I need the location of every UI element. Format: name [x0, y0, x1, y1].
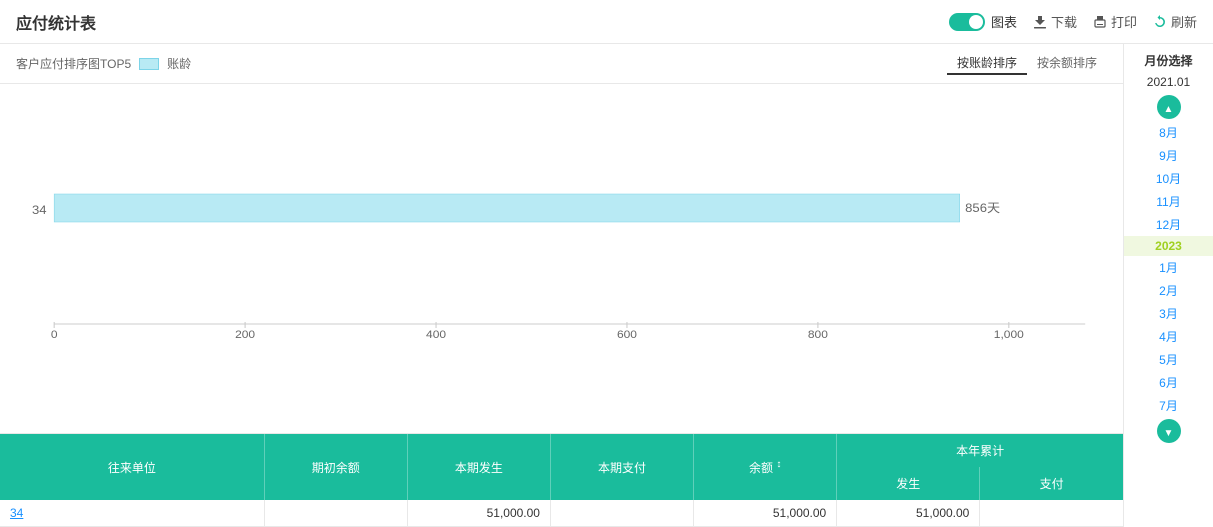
- download-button[interactable]: 下载: [1033, 12, 1077, 31]
- chart-sort-buttons: 按账龄排序 按余额排序: [947, 52, 1107, 75]
- refresh-button[interactable]: 刷新: [1153, 12, 1197, 31]
- month-list: 8月 9月 10月 11月 12月 2023 1月 2月 3月 4月 5月 6月…: [1124, 121, 1213, 417]
- svg-text:800: 800: [808, 329, 828, 340]
- svg-text:856天: 856天: [965, 201, 1000, 214]
- col-ytd-payment-header: 支付: [980, 467, 1123, 500]
- svg-text:200: 200: [235, 329, 255, 340]
- legend-box: [139, 58, 159, 70]
- chart-toggle-wrap[interactable]: 图表: [949, 12, 1017, 31]
- legend-box-label: 账龄: [167, 55, 191, 72]
- svg-text:1,000: 1,000: [994, 329, 1024, 340]
- table-row: 34 51,000.00 51,000.00 51,000.00: [0, 500, 1123, 527]
- scroll-up-button[interactable]: [1157, 95, 1181, 119]
- col-ytd-group-header: 本年累计: [837, 434, 1123, 467]
- cell-occurrence: 51,000.00: [407, 500, 550, 527]
- print-icon: [1093, 15, 1107, 29]
- sort-by-amount-button[interactable]: 按账龄排序: [947, 52, 1027, 75]
- cell-opening-balance: [264, 500, 407, 527]
- month-item-3[interactable]: 3月: [1124, 302, 1213, 325]
- svg-text:600: 600: [617, 329, 637, 340]
- summary-table: 往来单位 期初余额 本期发生 本期支付 余额 ↕ 本年累计: [0, 434, 1123, 527]
- chart-area: 34 856天 0 200 400 600 800 1,000: [0, 84, 1123, 433]
- col-payment-header: 本期支付: [550, 434, 693, 500]
- col-ytd-occurrence-header: 发生: [837, 467, 980, 500]
- svg-text:0: 0: [51, 329, 58, 340]
- header-actions: 图表 下载 打印 刷新: [949, 12, 1197, 31]
- download-label: 下载: [1051, 12, 1077, 31]
- download-icon: [1033, 15, 1047, 29]
- month-item-1[interactable]: 1月: [1124, 256, 1213, 279]
- col-balance-header: 余额 ↕: [694, 434, 837, 500]
- month-item-5[interactable]: 5月: [1124, 348, 1213, 371]
- chevron-down-icon: [1164, 424, 1174, 439]
- scroll-down-button[interactable]: [1157, 419, 1181, 443]
- sort-by-balance-button[interactable]: 按余额排序: [1027, 52, 1107, 75]
- svg-text:34: 34: [32, 203, 47, 216]
- month-item-7[interactable]: 7月: [1124, 394, 1213, 417]
- table-wrap: 往来单位 期初余额 本期发生 本期支付 余额 ↕ 本年累计: [0, 434, 1123, 527]
- chart-toggle[interactable]: [949, 13, 985, 31]
- month-item-4[interactable]: 4月: [1124, 325, 1213, 348]
- page-title: 应付统计表: [16, 10, 96, 34]
- sidebar-title: 月份选择: [1144, 48, 1192, 73]
- month-item-6[interactable]: 6月: [1124, 371, 1213, 394]
- month-item-8[interactable]: 8月: [1124, 121, 1213, 144]
- refresh-label: 刷新: [1171, 12, 1197, 31]
- month-item-11[interactable]: 11月: [1124, 190, 1213, 213]
- cell-unit[interactable]: 34: [0, 500, 264, 527]
- svg-text:400: 400: [426, 329, 446, 340]
- col-occurrence-header: 本期发生: [407, 434, 550, 500]
- year-divider-2023: 2023: [1124, 236, 1213, 256]
- month-item-9[interactable]: 9月: [1124, 144, 1213, 167]
- cell-ytd-payment: [980, 500, 1123, 527]
- chart-toggle-label: 图表: [991, 12, 1017, 31]
- toggle-knob: [969, 15, 983, 29]
- cell-ytd-occurrence: 51,000.00: [837, 500, 980, 527]
- month-item-10[interactable]: 10月: [1124, 167, 1213, 190]
- cell-payment: [550, 500, 693, 527]
- col-unit-header: 往来单位: [0, 434, 264, 500]
- month-item-12[interactable]: 12月: [1124, 213, 1213, 236]
- cell-balance: 51,000.00: [694, 500, 837, 527]
- legend-text: 客户应付排序图TOP5: [16, 55, 131, 72]
- sidebar-year: 2021.01: [1147, 73, 1190, 93]
- right-sidebar: 月份选择 2021.01 8月 9月 10月 11月 12月 2023 1月 2…: [1123, 44, 1213, 527]
- data-table-section: 往来单位 期初余额 本期发生 本期支付 余额 ↕ 本年累计: [0, 433, 1123, 527]
- print-label: 打印: [1111, 12, 1137, 31]
- refresh-icon: [1153, 15, 1167, 29]
- chevron-up-icon: [1164, 100, 1174, 115]
- chart-legend: 客户应付排序图TOP5 账龄: [16, 55, 191, 72]
- bar-chart-svg: 34 856天 0 200 400 600 800 1,000: [16, 94, 1107, 354]
- month-item-2[interactable]: 2月: [1124, 279, 1213, 302]
- chart-top-bar: 客户应付排序图TOP5 账龄 按账龄排序 按余额排序: [0, 44, 1123, 84]
- col-opening-header: 期初余额: [264, 434, 407, 500]
- print-button[interactable]: 打印: [1093, 12, 1137, 31]
